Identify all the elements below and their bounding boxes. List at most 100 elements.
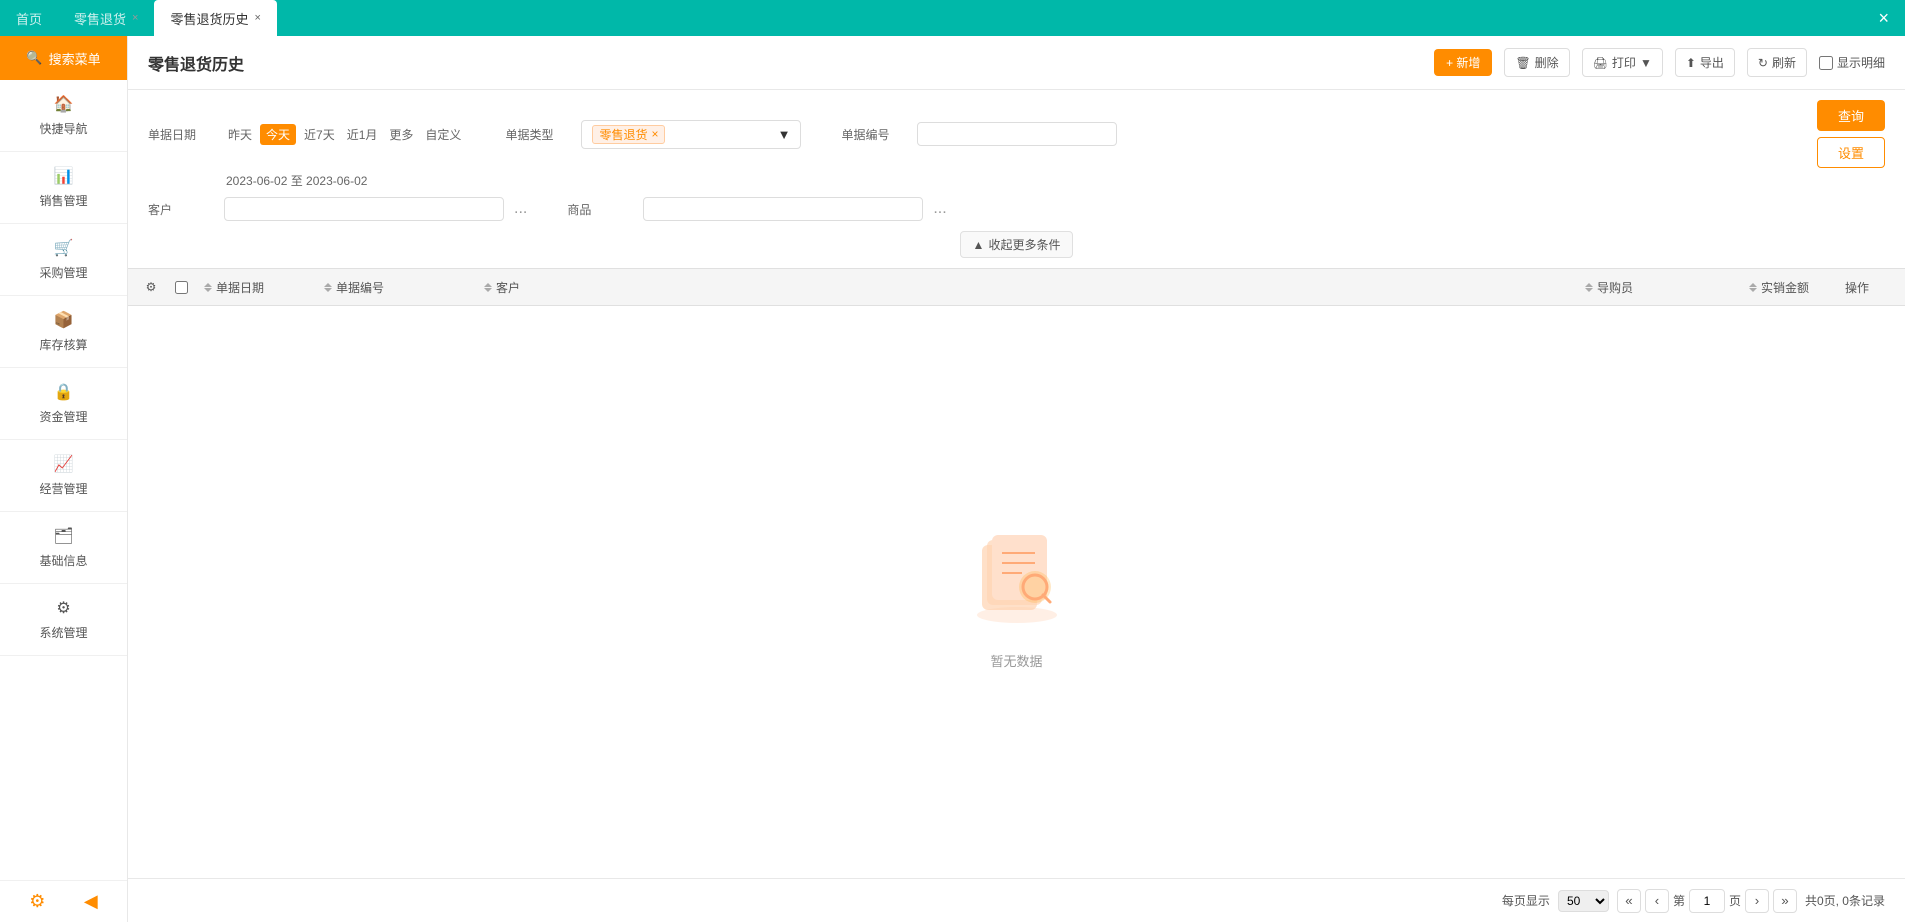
sidebar-item-quick-nav[interactable]: 🏠 快捷导航 xyxy=(0,80,127,152)
finance-mgmt-icon: 🔒 xyxy=(54,382,74,402)
search-icon: 🔍 xyxy=(26,50,42,66)
tab-retail-return[interactable]: 零售退货 × xyxy=(58,0,154,36)
export-icon: ⬆ xyxy=(1686,56,1696,70)
goods-filter-field: 商品 ... xyxy=(567,197,946,221)
settings-bottom-icon[interactable]: ⚙ xyxy=(29,891,45,912)
sort-guide-icon[interactable] xyxy=(1585,283,1593,292)
purchase-mgmt-icon: 🛒 xyxy=(54,238,74,258)
new-button[interactable]: + 新增 xyxy=(1434,49,1492,76)
select-all-checkbox[interactable] xyxy=(175,281,188,294)
page-size-select[interactable]: 50 100 200 xyxy=(1558,890,1609,912)
page-nav: « ‹ 第 页 › » xyxy=(1617,889,1797,913)
tab-retail-return-history-close[interactable]: × xyxy=(254,12,260,24)
empty-state: 暂无数据 xyxy=(128,306,1905,878)
system-mgmt-icon: ⚙ xyxy=(54,598,74,618)
export-button[interactable]: ⬆ 导出 xyxy=(1675,48,1735,77)
empty-illustration xyxy=(957,515,1077,635)
sidebar-item-inventory-label: 库存核算 xyxy=(39,336,87,353)
sidebar-item-purchase-mgmt-label: 采购管理 xyxy=(39,264,87,281)
no-filter-input[interactable] xyxy=(917,122,1117,146)
settings-icon: ⚙ xyxy=(146,280,157,294)
th-amount[interactable]: 实销金额 xyxy=(1697,279,1817,296)
th-settings[interactable]: ⚙ xyxy=(136,280,166,294)
delete-button[interactable]: 🗑 🗑 删除 删除 xyxy=(1504,48,1569,77)
th-action-label: 操作 xyxy=(1845,279,1869,296)
customer-filter-field: 客户 ... xyxy=(148,197,527,221)
refresh-button[interactable]: ↻ 刷新 xyxy=(1747,48,1807,77)
page-first-button[interactable]: « xyxy=(1617,889,1641,913)
collapse-sidebar-icon[interactable]: ◀ xyxy=(84,891,98,912)
page-number-input[interactable] xyxy=(1689,889,1725,913)
goods-filter-input[interactable] xyxy=(643,197,923,221)
goods-filter-label: 商品 xyxy=(567,201,637,218)
query-button[interactable]: 查询 xyxy=(1817,100,1885,131)
tab-retail-return-close[interactable]: × xyxy=(132,12,138,24)
th-no[interactable]: 单据编号 xyxy=(316,279,476,296)
table-header: ⚙ 单据日期 单据编号 xyxy=(128,268,1905,306)
tab-retail-return-history[interactable]: 零售退货历史 × xyxy=(154,0,276,36)
right-query-btns: 查询 设置 xyxy=(1817,100,1885,168)
sort-amount-icon[interactable] xyxy=(1749,283,1757,292)
sidebar-item-system-mgmt-label: 系统管理 xyxy=(39,624,87,641)
type-filter-field: 单据类型 零售退货 × ▼ xyxy=(505,120,801,149)
sort-customer-icon[interactable] xyxy=(484,283,492,292)
customer-filter-input[interactable] xyxy=(224,197,504,221)
type-filter-select[interactable]: 零售退货 × ▼ xyxy=(581,120,801,149)
collapse-button[interactable]: ▲ 收起更多条件 xyxy=(960,231,1074,258)
th-date[interactable]: 单据日期 xyxy=(196,279,316,296)
th-guide[interactable]: 导购员 xyxy=(1577,279,1697,296)
sidebar-item-finance-mgmt[interactable]: 🔒 资金管理 xyxy=(0,368,127,440)
print-button[interactable]: 🖨 打印 ▼ xyxy=(1582,48,1663,77)
sort-no-icon[interactable] xyxy=(324,283,332,292)
basic-info-icon: 🗂 xyxy=(54,526,74,546)
date-opt-1month[interactable]: 近1月 xyxy=(343,124,382,145)
goods-filter-dots[interactable]: ... xyxy=(933,200,946,218)
sidebar-item-finance-mgmt-label: 资金管理 xyxy=(39,408,87,425)
page-next-button[interactable]: › xyxy=(1745,889,1769,913)
sidebar-item-basic-info[interactable]: 🗂 基础信息 xyxy=(0,512,127,584)
date-filter-label: 单据日期 xyxy=(148,126,218,143)
sidebar-item-operations[interactable]: 📈 经营管理 xyxy=(0,440,127,512)
sidebar-item-inventory[interactable]: 📦 库存核算 xyxy=(0,296,127,368)
page-prev-button[interactable]: ‹ xyxy=(1645,889,1669,913)
sidebar-item-sales-mgmt[interactable]: 📊 销售管理 xyxy=(0,152,127,224)
page-size-label: 每页显示 xyxy=(1502,892,1550,909)
th-guide-label: 导购员 xyxy=(1597,279,1633,296)
page-last-button[interactable]: » xyxy=(1773,889,1797,913)
date-opt-today[interactable]: 今天 xyxy=(260,124,296,145)
customer-filter-dots[interactable]: ... xyxy=(514,200,527,218)
collapse-row: ▲ 收起更多条件 xyxy=(148,231,1885,258)
show-detail-checkbox[interactable] xyxy=(1819,56,1833,70)
sidebar-item-system-mgmt[interactable]: ⚙ 系统管理 xyxy=(0,584,127,656)
refresh-icon: ↻ xyxy=(1758,56,1768,70)
date-opt-custom[interactable]: 自定义 xyxy=(421,124,465,145)
sidebar-item-quick-nav-label: 快捷导航 xyxy=(39,120,87,137)
show-detail-checkbox-label[interactable]: 显示明细 xyxy=(1819,54,1885,71)
total-info: 共0页, 0条记录 xyxy=(1805,892,1885,909)
date-opt-7days[interactable]: 近7天 xyxy=(300,124,339,145)
sidebar-item-purchase-mgmt[interactable]: 🛒 采购管理 xyxy=(0,224,127,296)
pagination: 每页显示 50 100 200 « ‹ 第 页 › » 共0页, 0条记录 xyxy=(128,878,1905,922)
header-actions: + 新增 🗑 🗑 删除 删除 🖨 打印 ▼ ⬆ 导出 ↻ 刷新 xyxy=(1434,48,1885,89)
th-checkbox[interactable] xyxy=(166,281,196,294)
filter-area: 单据日期 昨天 今天 近7天 近1月 更多 自定义 单据类型 xyxy=(128,90,1905,268)
set-button[interactable]: 设置 xyxy=(1817,137,1885,168)
date-opt-more[interactable]: 更多 xyxy=(385,124,417,145)
tab-home[interactable]: 首页 xyxy=(0,0,58,36)
date-opt-yesterday[interactable]: 昨天 xyxy=(224,124,256,145)
window-close-button[interactable]: × xyxy=(1862,8,1905,29)
date-options: 昨天 今天 近7天 近1月 更多 自定义 xyxy=(224,124,465,145)
tab-retail-return-label: 零售退货 xyxy=(74,9,126,28)
print-icon: 🖨 xyxy=(1593,56,1608,70)
print-dropdown-icon: ▼ xyxy=(1640,56,1652,70)
sidebar: 🔍 搜索菜单 🏠 快捷导航 📊 销售管理 🛒 采购管理 📦 库存核算 🔒 资金管… xyxy=(0,36,128,922)
th-amount-label: 实销金额 xyxy=(1761,279,1809,296)
page-title: 零售退货历史 xyxy=(148,51,244,87)
delete-icon: 🗑 xyxy=(1515,56,1530,70)
th-customer[interactable]: 客户 xyxy=(476,279,1577,296)
th-no-label: 单据编号 xyxy=(336,279,384,296)
sort-date-icon[interactable] xyxy=(204,283,212,292)
type-tag-close[interactable]: × xyxy=(651,127,658,141)
search-menu-bar[interactable]: 🔍 搜索菜单 xyxy=(0,36,127,80)
no-filter-label: 单据编号 xyxy=(841,126,911,143)
